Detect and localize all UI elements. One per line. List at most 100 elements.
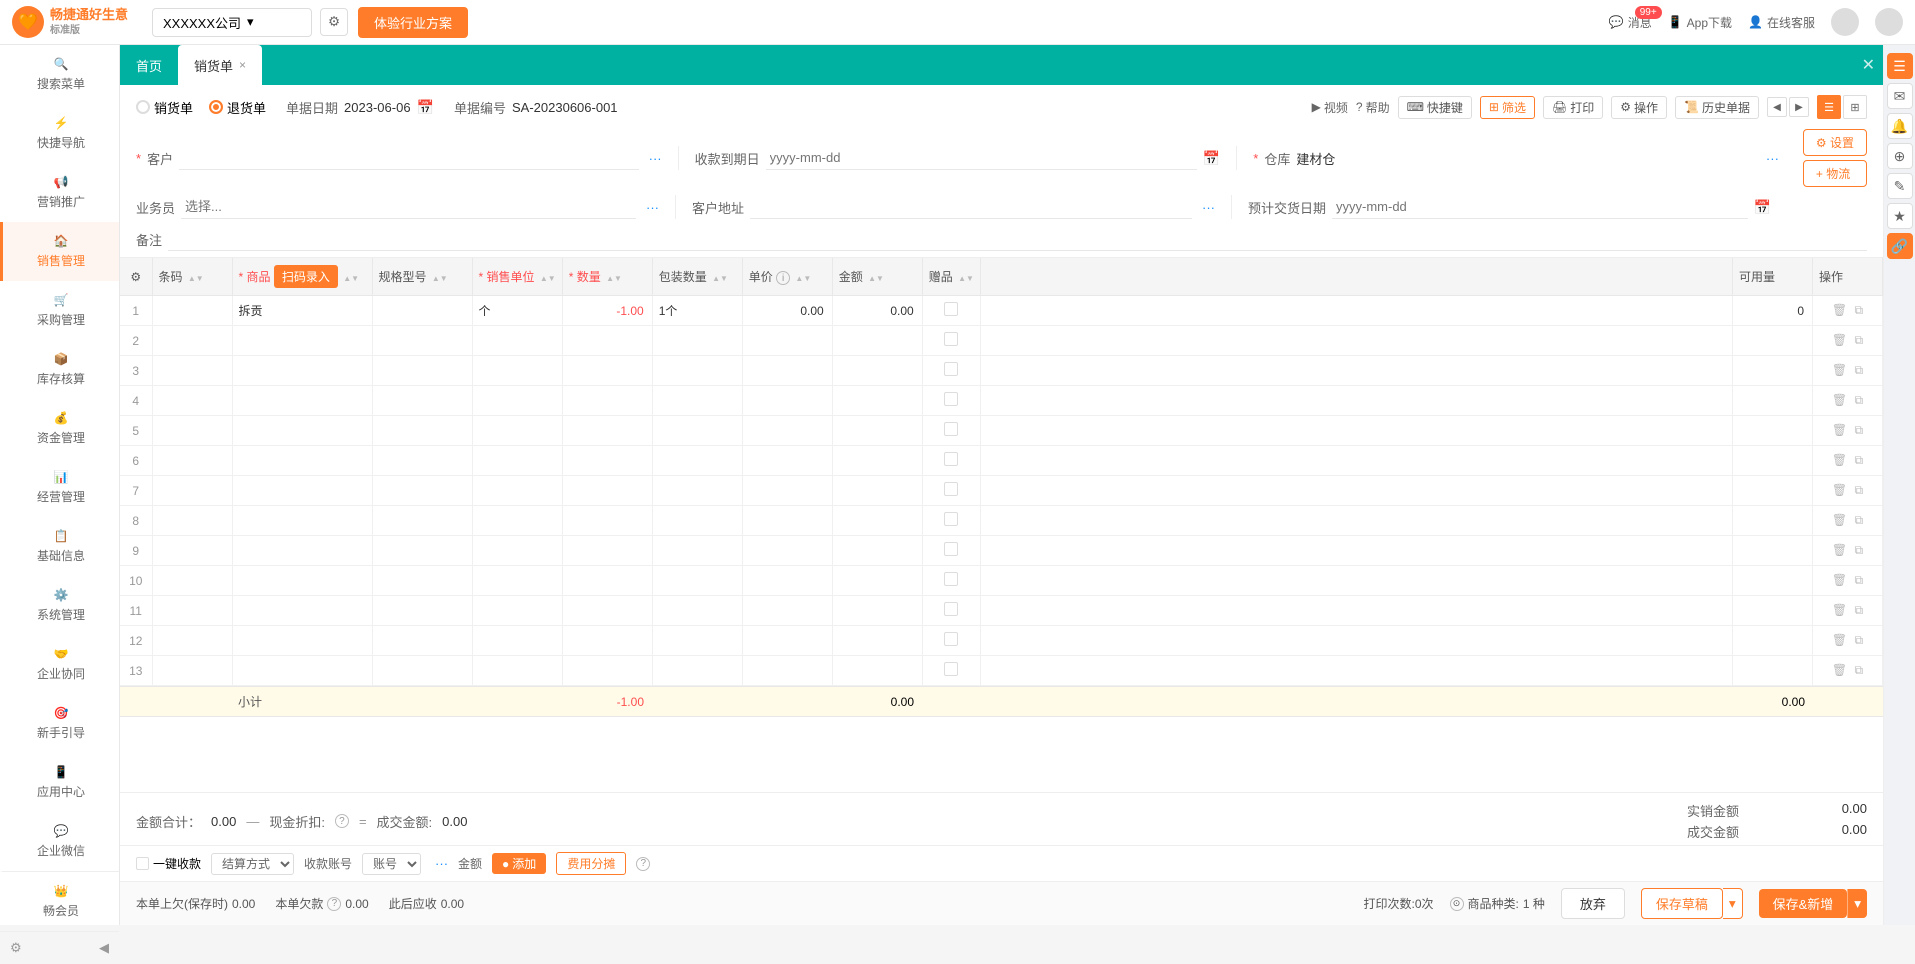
row-price[interactable]	[742, 596, 832, 626]
print-tool[interactable]: 🖨 打印	[1543, 96, 1603, 119]
copy-icon[interactable]: ⧉	[1855, 423, 1864, 437]
row-barcode[interactable]	[152, 506, 232, 536]
row-pack-qty[interactable]	[652, 506, 742, 536]
payment-due-calendar-icon[interactable]: 📅	[1203, 150, 1220, 167]
gift-checkbox[interactable]	[944, 572, 958, 586]
delete-icon[interactable]: 🗑	[1832, 333, 1847, 347]
copy-icon[interactable]: ⧉	[1855, 393, 1864, 407]
copy-icon[interactable]: ⧉	[1855, 663, 1864, 677]
row-spec[interactable]	[372, 506, 472, 536]
goods-type-circle[interactable]: ⊙	[1450, 897, 1464, 911]
row-amount[interactable]	[832, 506, 922, 536]
row-spec[interactable]	[372, 566, 472, 596]
price-info-icon[interactable]: i	[776, 271, 790, 285]
row-gift[interactable]	[922, 596, 980, 626]
row-qty[interactable]	[562, 386, 652, 416]
save-new-button[interactable]: 保存&新增	[1759, 889, 1848, 918]
row-amount[interactable]	[832, 416, 922, 446]
row-qty[interactable]	[562, 656, 652, 686]
next-record-button[interactable]: ▶	[1789, 97, 1809, 117]
row-unit[interactable]	[472, 566, 562, 596]
row-qty[interactable]	[562, 536, 652, 566]
tab-sales-order[interactable]: 销货单 ×	[178, 45, 262, 85]
add-payment-button[interactable]: ● 添加	[492, 853, 546, 874]
row-price[interactable]: 0.00	[742, 296, 832, 326]
row-amount[interactable]	[832, 446, 922, 476]
row-gift[interactable]	[922, 356, 980, 386]
row-goods[interactable]: 拆贡	[232, 296, 372, 326]
row-goods[interactable]	[232, 536, 372, 566]
delete-icon[interactable]: 🗑	[1832, 363, 1847, 377]
addr-dots[interactable]: ···	[1202, 200, 1215, 215]
row-spec[interactable]	[372, 356, 472, 386]
row-barcode[interactable]	[152, 386, 232, 416]
payment-info-icon[interactable]: ?	[636, 857, 650, 871]
copy-icon[interactable]: ⧉	[1855, 303, 1864, 317]
online-service-button[interactable]: 👤 在线客服	[1748, 14, 1815, 31]
message-button[interactable]: 💬 消息 99+	[1609, 14, 1652, 31]
row-spec[interactable]	[372, 656, 472, 686]
row-goods[interactable]	[232, 596, 372, 626]
row-amount[interactable]	[832, 536, 922, 566]
sidebar-item-apps[interactable]: 📱 应用中心	[0, 753, 119, 812]
row-spec[interactable]	[372, 446, 472, 476]
payment-due-input[interactable]	[766, 146, 1197, 170]
rt-btn-link[interactable]: 🔗	[1887, 233, 1913, 259]
row-unit[interactable]	[472, 476, 562, 506]
row-price[interactable]	[742, 656, 832, 686]
sidebar-item-inventory[interactable]: 📦 库存核算	[0, 340, 119, 399]
filter-tool[interactable]: ⊞ 筛选	[1480, 96, 1535, 119]
scan-button[interactable]: 扫码录入	[274, 265, 338, 288]
row-unit[interactable]	[472, 506, 562, 536]
gift-checkbox[interactable]	[944, 452, 958, 466]
gift-checkbox[interactable]	[944, 662, 958, 676]
row-price[interactable]	[742, 326, 832, 356]
row-qty[interactable]: -1.00	[562, 296, 652, 326]
total-debt-icon[interactable]: ?	[327, 897, 341, 911]
row-spec[interactable]	[372, 596, 472, 626]
sidebar-item-quick-nav[interactable]: ⚡ 快捷导航	[0, 104, 119, 163]
avatar2[interactable]	[1875, 8, 1903, 36]
row-price[interactable]	[742, 536, 832, 566]
sidebar-item-finance[interactable]: 💰 资金管理	[0, 399, 119, 458]
row-unit[interactable]: 个	[472, 296, 562, 326]
row-barcode[interactable]	[152, 326, 232, 356]
row-pack-qty[interactable]	[652, 416, 742, 446]
row-amount[interactable]	[832, 386, 922, 416]
row-spec[interactable]	[372, 326, 472, 356]
row-gift[interactable]	[922, 386, 980, 416]
operations-tool[interactable]: ⚙ 操作	[1611, 96, 1667, 119]
tab-close-icon[interactable]: ×	[239, 58, 246, 72]
copy-icon[interactable]: ⧉	[1855, 513, 1864, 527]
sidebar-item-purchase[interactable]: 🛒 采购管理	[0, 281, 119, 340]
gift-checkbox[interactable]	[944, 482, 958, 496]
gift-checkbox[interactable]	[944, 332, 958, 346]
avatar[interactable]	[1831, 8, 1859, 36]
row-goods[interactable]	[232, 416, 372, 446]
col-price-sort[interactable]: ▲▼	[795, 275, 811, 283]
row-unit[interactable]	[472, 446, 562, 476]
row-unit[interactable]	[472, 386, 562, 416]
history-tool[interactable]: 📜 历史单据	[1675, 96, 1759, 119]
gift-checkbox[interactable]	[944, 362, 958, 376]
row-gift[interactable]	[922, 656, 980, 686]
row-spec[interactable]	[372, 296, 472, 326]
customer-dots[interactable]: ···	[649, 151, 662, 166]
row-barcode[interactable]	[152, 296, 232, 326]
col-settings[interactable]: ⚙	[120, 258, 152, 296]
sidebar-item-marketing[interactable]: 📢 营销推广	[0, 163, 119, 222]
notes-input[interactable]	[168, 227, 1867, 251]
delete-icon[interactable]: 🗑	[1832, 453, 1847, 467]
delete-icon[interactable]: 🗑	[1832, 543, 1847, 557]
app-download-button[interactable]: 📱 App下载	[1668, 14, 1732, 31]
save-new-dropdown-button[interactable]: ▾	[1847, 889, 1867, 918]
rt-btn-message[interactable]: ✉	[1887, 83, 1913, 109]
rt-btn-bell[interactable]: 🔔	[1887, 113, 1913, 139]
prev-record-button[interactable]: ◀	[1767, 97, 1787, 117]
copy-icon[interactable]: ⧉	[1855, 603, 1864, 617]
row-amount[interactable]	[832, 326, 922, 356]
row-gift[interactable]	[922, 476, 980, 506]
row-pack-qty[interactable]	[652, 656, 742, 686]
row-pack-qty[interactable]	[652, 386, 742, 416]
trial-button[interactable]: 体验行业方案	[358, 7, 468, 38]
